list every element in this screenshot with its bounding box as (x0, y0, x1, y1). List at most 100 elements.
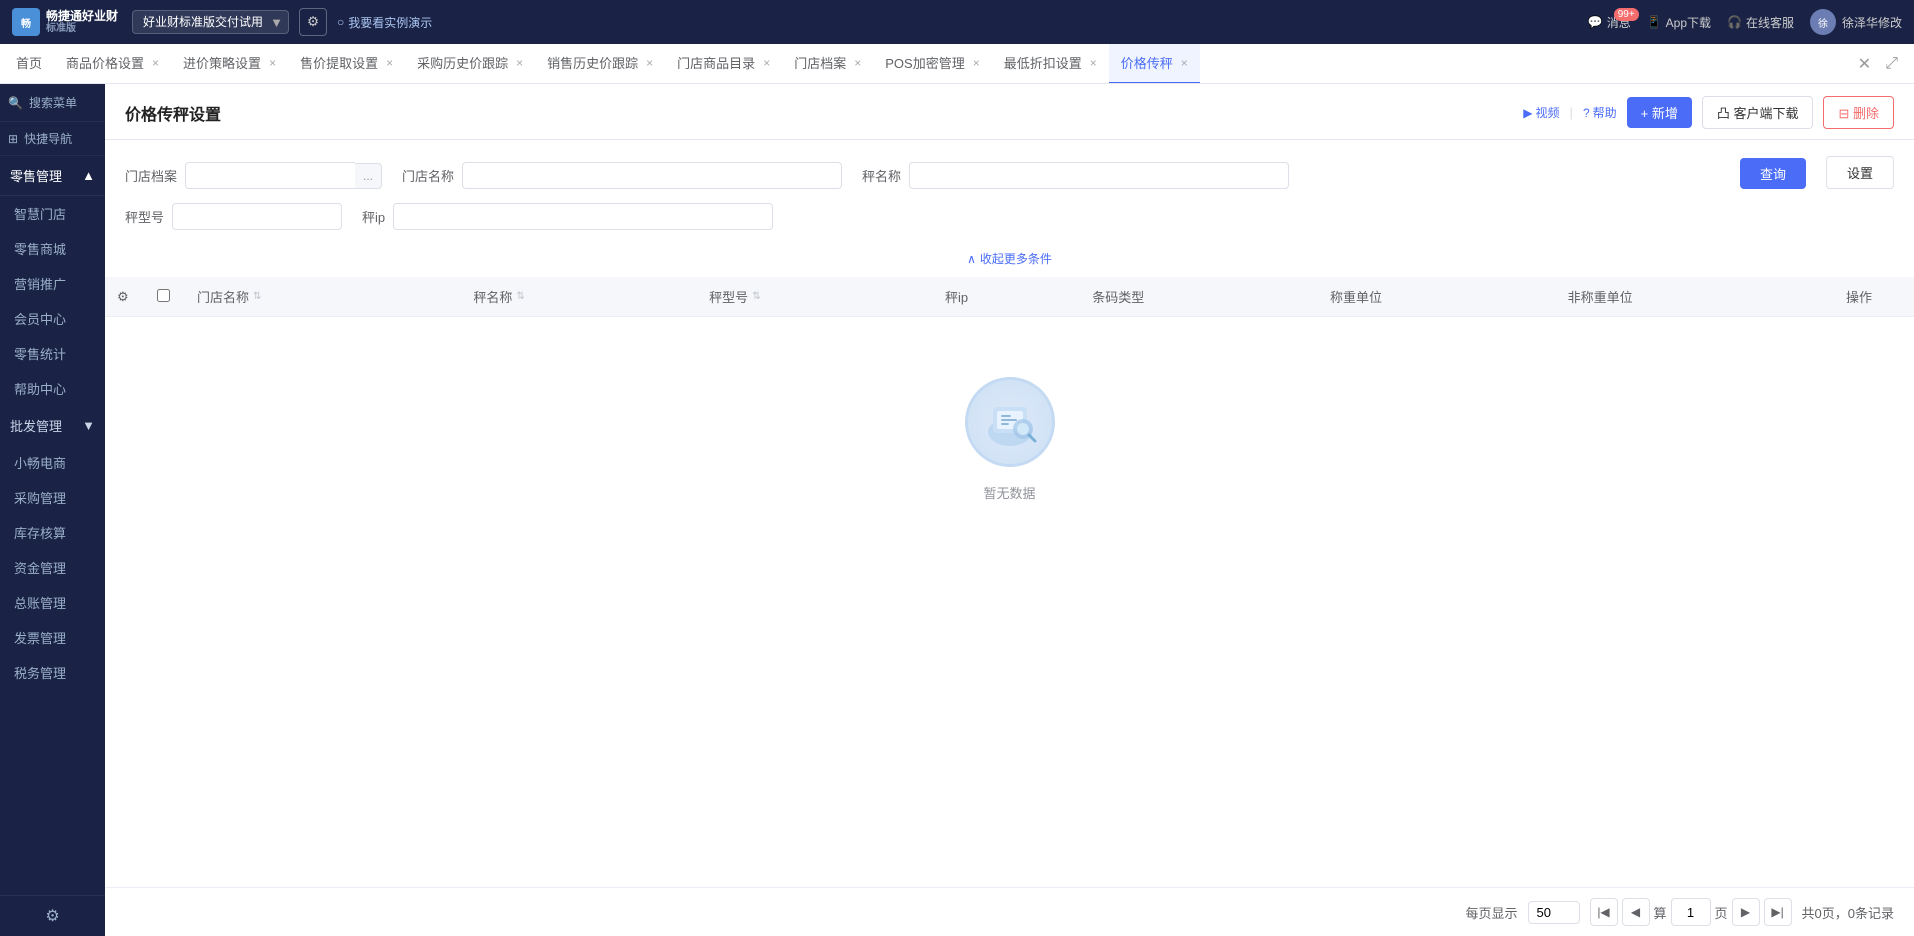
messages-badge: 99+ (1614, 8, 1639, 21)
sidebar-search-menu[interactable]: 🔍 搜索菜单 (0, 84, 105, 122)
th-store-name: 门店名称 ⇅ (185, 277, 461, 317)
first-page-button[interactable]: |◀ (1590, 898, 1618, 926)
sidebar-quick-nav[interactable]: ⊞ 快捷导航 (0, 122, 105, 156)
th-settings: ⚙ (105, 277, 145, 317)
download-button[interactable]: 凸 客户端下载 (1702, 96, 1814, 129)
settings-col-icon[interactable]: ⚙ (117, 289, 129, 304)
th-scale-model: 秤型号 ⇅ (697, 277, 933, 317)
nav-icon: ⊞ (8, 132, 18, 146)
video-link[interactable]: ▶ 视频 (1523, 104, 1559, 121)
tab-expand-button[interactable]: ⤢ (1881, 51, 1902, 77)
sort-icon: ⇅ (516, 291, 524, 302)
tab-price-scale[interactable]: 价格传秤 × (1109, 44, 1200, 84)
tab-close-icon[interactable]: × (854, 56, 861, 70)
scale-name-input[interactable] (909, 162, 1289, 189)
pagination: |◀ ◀ 算 页 ▶ ▶| (1590, 898, 1792, 926)
tab-sale-price[interactable]: 售价提取设置 × (288, 44, 405, 84)
tab-store-profile[interactable]: 门店档案 × (782, 44, 873, 84)
chevron-down-icon: ▼ (82, 418, 95, 433)
tab-purchase-history[interactable]: 采购历史价跟踪 × (405, 44, 535, 84)
th-sort-store-name[interactable]: 门店名称 ⇅ (197, 287, 449, 306)
messages-button[interactable]: 💬 消息 99+ (1588, 14, 1631, 31)
sidebar-item-invoice[interactable]: 发票管理 (0, 620, 105, 655)
page-number-input[interactable] (1671, 898, 1711, 926)
tab-close-icon[interactable]: × (646, 56, 653, 70)
logo-icon: 畅 (12, 8, 40, 36)
sidebar-item-help[interactable]: 帮助中心 (0, 371, 105, 406)
chevron-up-icon: ▲ (82, 168, 95, 183)
last-page-button[interactable]: ▶| (1764, 898, 1792, 926)
tab-close-icon[interactable]: × (269, 56, 276, 70)
th-sort-scale-name[interactable]: 秤名称 ⇅ (473, 287, 685, 306)
query-button[interactable]: 查询 (1740, 158, 1806, 189)
sidebar-item-member[interactable]: 会员中心 (0, 301, 105, 336)
tab-sale-history[interactable]: 销售历史价跟踪 × (535, 44, 665, 84)
tab-close-icon[interactable]: × (1090, 56, 1097, 70)
tab-pos-management[interactable]: POS加密管理 × (873, 44, 991, 84)
version-selector[interactable]: 好业财标准版交付试用 (132, 10, 289, 34)
sidebar-group-retail[interactable]: 零售管理 ▲ (0, 156, 105, 195)
tab-bar-actions: ✕ ⤢ (1854, 50, 1910, 78)
scale-model-input[interactable] (172, 203, 342, 230)
per-page-select[interactable]: 50 20 100 200 (1528, 901, 1580, 924)
sidebar-item-retail-mall[interactable]: 零售商城 (0, 231, 105, 266)
prev-page-button[interactable]: ◀ (1622, 898, 1650, 926)
tab-purchase-strategy[interactable]: 进价策略设置 × (171, 44, 288, 84)
scale-ip-input[interactable] (393, 203, 773, 230)
help-link[interactable]: ? 帮助 (1583, 104, 1617, 121)
tab-close-icon[interactable]: × (763, 56, 770, 70)
sidebar-group-wholesale[interactable]: 批发管理 ▼ (0, 406, 105, 445)
store-profile-label: 门店档案 (125, 166, 177, 185)
add-button[interactable]: + 新增 (1627, 97, 1692, 128)
filter-row-2: 秤型号 秤ip (125, 203, 1894, 230)
tab-close-icon[interactable]: × (516, 56, 523, 70)
demo-button[interactable]: ○ 我要看实例演示 (337, 14, 432, 31)
app-download-button[interactable]: 📱 App下载 (1647, 14, 1711, 31)
tab-close-window-button[interactable]: ✕ (1854, 50, 1875, 78)
sidebar-settings-icon[interactable]: ⚙ (45, 906, 59, 926)
tab-close-icon[interactable]: × (152, 56, 159, 70)
user-info[interactable]: 徐 徐泽华修改 (1810, 9, 1902, 35)
tab-close-icon[interactable]: × (386, 56, 393, 70)
sort-icon: ⇅ (253, 291, 261, 302)
sidebar-item-general-ledger[interactable]: 总账管理 (0, 585, 105, 620)
select-all-checkbox[interactable] (157, 289, 170, 302)
filter-scale-name: 秤名称 (862, 162, 1289, 189)
next-page-button[interactable]: ▶ (1732, 898, 1760, 926)
sidebar-bottom: ⚙ (0, 895, 105, 936)
tab-close-icon[interactable]: × (1181, 56, 1188, 70)
topbar-settings-button[interactable]: ⚙ (299, 8, 327, 36)
store-profile-picker-button[interactable]: ... (355, 163, 382, 189)
tab-home[interactable]: 首页 (4, 44, 54, 84)
sidebar-item-retail-stats[interactable]: 零售统计 (0, 336, 105, 371)
sidebar-item-purchase[interactable]: 采购管理 (0, 480, 105, 515)
th-sort-scale-model[interactable]: 秤型号 ⇅ (709, 287, 921, 306)
sidebar-item-inventory[interactable]: 库存核算 (0, 515, 105, 550)
store-profile-input-wrap: ... (185, 162, 382, 189)
collapse-bar[interactable]: ∧ 收起更多条件 (125, 244, 1894, 277)
th-scale-name: 秤名称 ⇅ (461, 277, 697, 317)
search-icon: 🔍 (8, 96, 23, 110)
tab-product-price[interactable]: 商品价格设置 × (54, 44, 171, 84)
version-selector-wrap: 好业财标准版交付试用 ▼ (132, 10, 289, 34)
sidebar-item-smart-store[interactable]: 智慧门店 (0, 196, 105, 231)
sidebar: 🔍 搜索菜单 ⊞ 快捷导航 零售管理 ▲ 智慧门店 零售商城 营销推广 会员中心… (0, 84, 105, 936)
online-service-button[interactable]: 🎧 在线客服 (1727, 14, 1794, 31)
tab-min-discount[interactable]: 最低折扣设置 × (992, 44, 1109, 84)
app-sub-name: 标准版 (46, 23, 118, 35)
store-profile-input[interactable] (185, 162, 355, 189)
sidebar-item-marketing[interactable]: 营销推广 (0, 266, 105, 301)
empty-state: 暂无数据 (105, 317, 1914, 562)
sidebar-item-tax[interactable]: 税务管理 (0, 655, 105, 690)
page-title: 价格传秤设置 (125, 101, 221, 125)
tab-close-icon[interactable]: × (973, 56, 980, 70)
sidebar-item-ecommerce[interactable]: 小畅电商 (0, 445, 105, 480)
th-weight-unit: 称重单位 (1318, 277, 1556, 317)
tab-store-catalog[interactable]: 门店商品目录 × (665, 44, 782, 84)
setup-button[interactable]: 设置 (1826, 156, 1894, 189)
sidebar-item-finance[interactable]: 资金管理 (0, 550, 105, 585)
tab-bar: 首页 商品价格设置 × 进价策略设置 × 售价提取设置 × 采购历史价跟踪 × … (0, 44, 1914, 84)
video-icon: ▶ (1523, 106, 1532, 120)
delete-button[interactable]: ⊟ 删除 (1823, 96, 1894, 129)
store-name-input[interactable] (462, 162, 842, 189)
